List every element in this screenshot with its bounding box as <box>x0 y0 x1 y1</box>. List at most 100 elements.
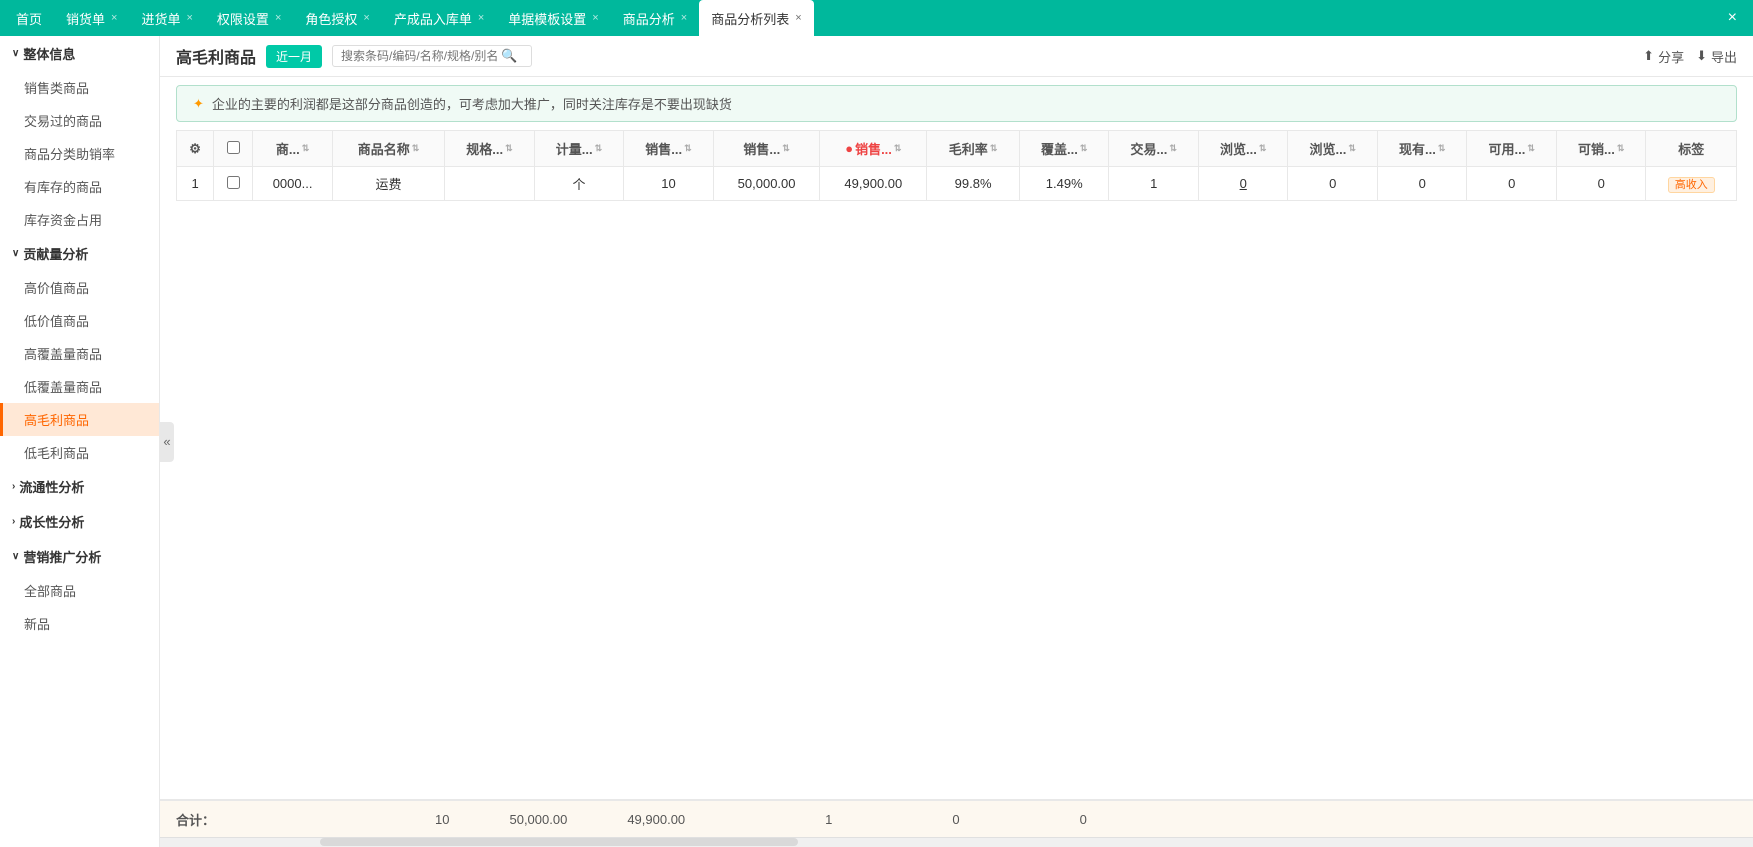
header-actions: ⬆ 分享 ⬇ 导出 <box>1643 47 1737 66</box>
nav-item-sales[interactable]: 销货单 × <box>54 0 129 36</box>
close-icon[interactable]: × <box>111 12 117 24</box>
search-input[interactable] <box>341 49 501 63</box>
col-checkbox[interactable] <box>214 131 253 167</box>
nav-item-template-settings[interactable]: 单据模板设置 × <box>496 0 610 36</box>
sort-icon: ⇅ <box>1169 143 1177 154</box>
col-settings[interactable]: ⚙ <box>177 131 214 167</box>
col-transactions[interactable]: 交易... ⇅ <box>1109 131 1199 167</box>
row-sales-qty: 10 <box>624 167 714 201</box>
row-current-stock: 0 <box>1377 167 1467 201</box>
nav-item-purchase[interactable]: 进货单 × <box>129 0 204 36</box>
page-title: 高毛利商品 <box>176 44 256 68</box>
sidebar-item-new-products[interactable]: 新品 <box>0 607 159 640</box>
col-current-stock[interactable]: 现有... ⇅ <box>1377 131 1467 167</box>
sidebar-item-stock-capital[interactable]: 库存资金占用 <box>0 203 159 236</box>
sidebar-item-high-coverage[interactable]: 高覆盖量商品 <box>0 337 159 370</box>
sidebar-group-marketing[interactable]: ∨ 营销推广分析 <box>0 539 159 574</box>
row-sellable-stock: 0 <box>1556 167 1646 201</box>
nav-item-product-analysis[interactable]: 商品分析 × <box>611 0 699 36</box>
close-icon[interactable]: × <box>363 12 369 24</box>
col-name[interactable]: 商品名称 ⇅ <box>332 131 444 167</box>
row-unit: 个 <box>534 167 624 201</box>
chevron-down-icon: ∨ <box>12 551 19 562</box>
sidebar-collapse-button[interactable]: « <box>160 422 174 462</box>
col-views2[interactable]: 浏览... ⇅ <box>1288 131 1378 167</box>
footer-sales-cost: 49,900.00 <box>627 812 685 827</box>
close-icon[interactable]: × <box>275 12 281 24</box>
col-spec[interactable]: 规格... ⇅ <box>445 131 535 167</box>
share-icon: ⬆ <box>1643 48 1654 64</box>
chevron-down-icon: ∨ <box>12 248 19 259</box>
close-icon[interactable]: × <box>681 12 687 24</box>
nav-item-home[interactable]: 首页 <box>4 0 54 36</box>
close-icon[interactable]: × <box>795 12 801 24</box>
sidebar-group-growth[interactable]: › 成长性分析 <box>0 504 159 539</box>
sidebar-item-in-stock-products[interactable]: 有库存的商品 <box>0 170 159 203</box>
row-views2: 0 <box>1288 167 1378 201</box>
col-tag[interactable]: 标签 <box>1646 131 1737 167</box>
sidebar-item-traded-products[interactable]: 交易过的商品 <box>0 104 159 137</box>
horizontal-scrollbar[interactable] <box>160 837 1753 847</box>
close-icon[interactable]: × <box>592 12 598 24</box>
share-button[interactable]: ⬆ 分享 <box>1643 47 1684 66</box>
close-icon[interactable]: × <box>478 12 484 24</box>
scrollbar-track[interactable] <box>320 838 798 846</box>
sidebar-item-low-value[interactable]: 低价值商品 <box>0 304 159 337</box>
sidebar-group-circulation[interactable]: › 流通性分析 <box>0 469 159 504</box>
row-checkbox[interactable] <box>227 176 240 189</box>
col-available-stock[interactable]: 可用... ⇅ <box>1467 131 1557 167</box>
select-all-checkbox[interactable] <box>227 141 240 154</box>
chevron-right-icon: › <box>12 516 15 527</box>
search-box: 🔍 <box>332 45 532 67</box>
nav-item-auth-settings[interactable]: 权限设置 × <box>205 0 293 36</box>
content-header: 高毛利商品 近一月 🔍 ⬆ 分享 ⬇ 导出 <box>160 36 1753 77</box>
sort-icon: ⇅ <box>1259 143 1267 154</box>
product-table: ⚙ 商... ⇅ 商品名称 <box>176 130 1737 201</box>
row-sales-cost: 49,900.00 <box>820 167 927 201</box>
nav-item-product-analysis-list[interactable]: 商品分析列表 × <box>699 0 813 36</box>
sidebar-group-contribution[interactable]: ∨ 贡献量分析 <box>0 236 159 271</box>
sort-icon: ⇅ <box>1438 143 1446 154</box>
footer-available-stock: 0 <box>1080 812 1087 827</box>
sidebar-item-low-margin[interactable]: 低毛利商品 <box>0 436 159 469</box>
sidebar-item-all-products[interactable]: 全部商品 <box>0 574 159 607</box>
close-icon[interactable]: × <box>186 12 192 24</box>
product-table-container: ⚙ 商... ⇅ 商品名称 <box>176 130 1737 799</box>
col-code[interactable]: 商... ⇅ <box>253 131 333 167</box>
table-row: 1 0000... 运费 个 10 50,000.00 49,900.00 99… <box>177 167 1737 201</box>
row-checkbox-cell[interactable] <box>214 167 253 201</box>
row-views1[interactable]: 0 <box>1198 167 1288 201</box>
chevron-right-icon: › <box>12 481 15 492</box>
sidebar-item-high-value[interactable]: 高价值商品 <box>0 271 159 304</box>
col-coverage[interactable]: 覆盖... ⇅ <box>1019 131 1109 167</box>
sidebar-item-high-margin[interactable]: 高毛利商品 <box>0 403 159 436</box>
sidebar-item-sales-products[interactable]: 销售类商品 <box>0 71 159 104</box>
sort-icon: ⇅ <box>1080 143 1088 154</box>
col-unit[interactable]: 计量... ⇅ <box>534 131 624 167</box>
nav-item-finished-goods[interactable]: 产成品入库单 × <box>382 0 496 36</box>
col-gross-margin[interactable]: 毛利率 ⇅ <box>927 131 1020 167</box>
export-button[interactable]: ⬇ 导出 <box>1696 47 1737 66</box>
sort-icon: ⇅ <box>1348 143 1356 154</box>
col-views1[interactable]: 浏览... ⇅ <box>1198 131 1288 167</box>
sort-icon: ⇅ <box>302 143 310 154</box>
search-icon[interactable]: 🔍 <box>501 48 517 64</box>
nav-item-role-auth[interactable]: 角色授权 × <box>293 0 381 36</box>
sort-icon: ⇅ <box>505 143 513 154</box>
close-all-tabs-button[interactable]: × <box>1716 9 1749 27</box>
sidebar-item-category-sales-rate[interactable]: 商品分类助销率 <box>0 137 159 170</box>
col-sales-amt[interactable]: 销售... ⇅ <box>713 131 820 167</box>
row-code: 0000... <box>253 167 333 201</box>
sidebar-group-overall[interactable]: ∨ 整体信息 <box>0 36 159 71</box>
main-layout: ∨ 整体信息 销售类商品 交易过的商品 商品分类助销率 有库存的商品 库存资金占… <box>0 36 1753 847</box>
row-available-stock: 0 <box>1467 167 1557 201</box>
footer-label: 合计： <box>176 810 215 829</box>
col-sales-cost[interactable]: ● 销售... ⇅ <box>820 131 927 167</box>
sidebar: ∨ 整体信息 销售类商品 交易过的商品 商品分类助销率 有库存的商品 库存资金占… <box>0 36 160 847</box>
col-sales-qty[interactable]: 销售... ⇅ <box>624 131 714 167</box>
content-area: 高毛利商品 近一月 🔍 ⬆ 分享 ⬇ 导出 ✦ 企业的主要的利润都是这部分商品创… <box>160 36 1753 847</box>
col-sellable-stock[interactable]: 可销... ⇅ <box>1556 131 1646 167</box>
footer-totals: 合计： 10 50,000.00 49,900.00 1 0 0 <box>160 799 1753 837</box>
filter-month-button[interactable]: 近一月 <box>266 45 322 68</box>
sidebar-item-low-coverage[interactable]: 低覆盖量商品 <box>0 370 159 403</box>
